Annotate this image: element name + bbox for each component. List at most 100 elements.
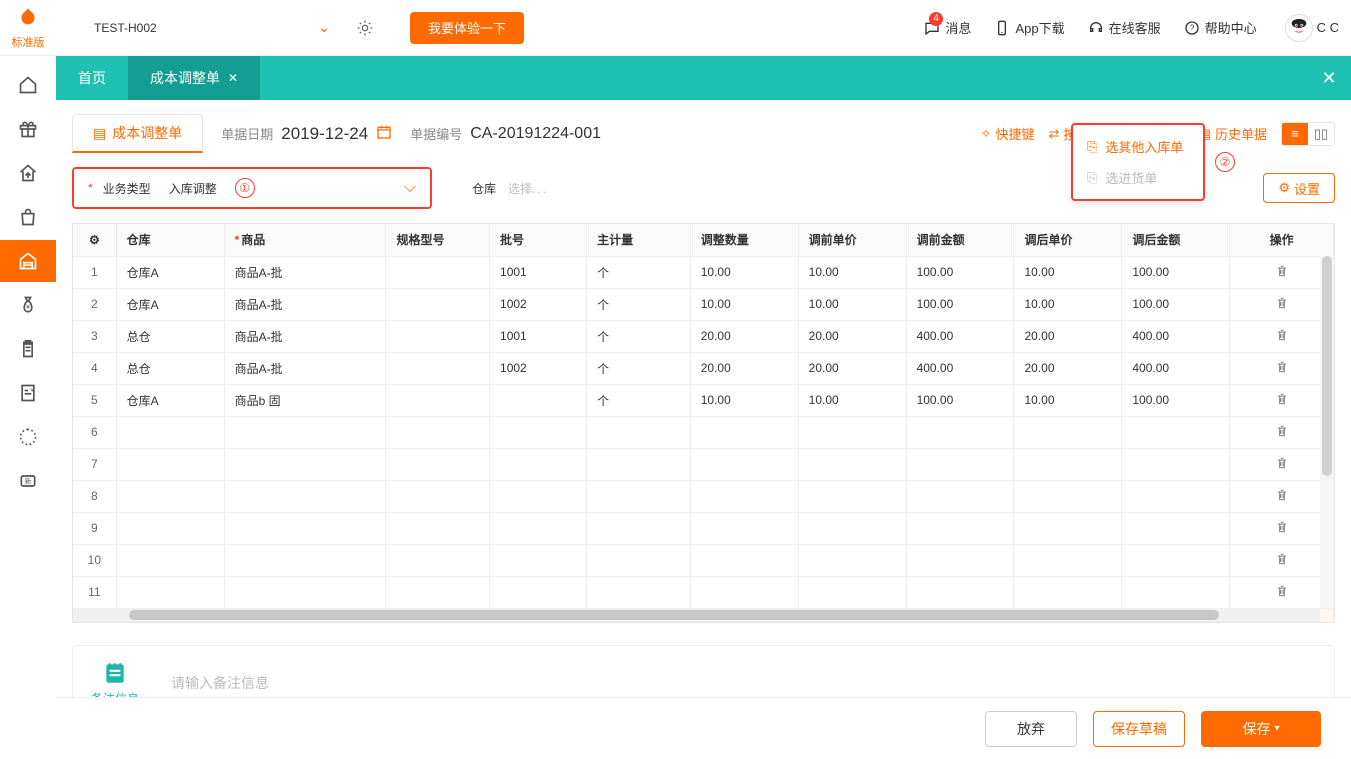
th-amount-before[interactable]: 调前金额 <box>906 224 1014 256</box>
cell-price-before[interactable] <box>798 448 906 480</box>
table-row[interactable]: 9 <box>73 512 1334 544</box>
cell-qty[interactable] <box>690 512 798 544</box>
tab-strip-close[interactable]: ✕ <box>1307 56 1351 100</box>
cell-amount-after[interactable]: 100.00 <box>1122 288 1230 320</box>
cell-price-before[interactable] <box>798 416 906 448</box>
row-delete-button[interactable] <box>1230 384 1334 416</box>
th-batch[interactable]: 批号 <box>490 224 587 256</box>
tab-home[interactable]: 首页 <box>56 56 128 100</box>
cell-product[interactable] <box>224 480 386 512</box>
cell-spec[interactable] <box>386 384 490 416</box>
tool-shortcut[interactable]: ✧快捷键 <box>981 124 1035 143</box>
cell-amount-after[interactable] <box>1122 448 1230 480</box>
nav-home[interactable] <box>0 64 56 106</box>
cell-price-after[interactable] <box>1014 448 1122 480</box>
cell-amount-before[interactable]: 100.00 <box>906 256 1014 288</box>
cell-qty[interactable] <box>690 544 798 576</box>
cell-amount-after[interactable]: 100.00 <box>1122 384 1230 416</box>
nav-clipboard[interactable] <box>0 328 56 370</box>
cell-amount-before[interactable] <box>906 512 1014 544</box>
cell-warehouse[interactable]: 仓库A <box>116 256 224 288</box>
cell-spec[interactable] <box>386 352 490 384</box>
table-row[interactable]: 11 <box>73 576 1334 608</box>
cell-price-after[interactable]: 10.00 <box>1014 256 1122 288</box>
th-spec[interactable]: 规格型号 <box>386 224 490 256</box>
cell-price-before[interactable]: 10.00 <box>798 256 906 288</box>
row-delete-button[interactable] <box>1230 512 1334 544</box>
cell-unit[interactable]: 个 <box>587 384 691 416</box>
th-unit[interactable]: 主计量 <box>587 224 691 256</box>
cell-qty[interactable] <box>690 480 798 512</box>
cell-batch[interactable] <box>490 480 587 512</box>
cell-amount-after[interactable]: 400.00 <box>1122 352 1230 384</box>
cell-warehouse[interactable]: 总仓 <box>116 352 224 384</box>
tool-history[interactable]: ▤历史单据 <box>1199 124 1267 143</box>
cell-warehouse[interactable]: 仓库A <box>116 288 224 320</box>
nav-sync[interactable] <box>0 416 56 458</box>
row-delete-button[interactable] <box>1230 256 1334 288</box>
cell-amount-before[interactable] <box>906 416 1014 448</box>
cell-qty[interactable]: 10.00 <box>690 288 798 320</box>
cell-product[interactable] <box>224 448 386 480</box>
th-warehouse[interactable]: 仓库 <box>116 224 224 256</box>
cell-amount-before[interactable] <box>906 544 1014 576</box>
cell-spec[interactable] <box>386 448 490 480</box>
cell-batch[interactable] <box>490 512 587 544</box>
cell-batch[interactable] <box>490 544 587 576</box>
th-product[interactable]: *商品 <box>224 224 386 256</box>
business-type-select[interactable]: * 业务类型 入库调整 ① ⌵ <box>72 167 432 209</box>
scroll-thumb[interactable] <box>129 610 1219 620</box>
cell-product[interactable]: 商品A-批 <box>224 320 386 352</box>
cell-warehouse[interactable]: 总仓 <box>116 320 224 352</box>
cell-unit[interactable] <box>587 448 691 480</box>
cell-qty[interactable]: 10.00 <box>690 256 798 288</box>
cell-price-before[interactable] <box>798 576 906 608</box>
table-row[interactable]: 3总仓商品A-批1001个20.0020.00400.0020.00400.00 <box>73 320 1334 352</box>
cell-price-before[interactable]: 20.00 <box>798 352 906 384</box>
cell-warehouse[interactable] <box>116 448 224 480</box>
cell-qty[interactable]: 10.00 <box>690 384 798 416</box>
cell-unit[interactable] <box>587 576 691 608</box>
cell-amount-before[interactable] <box>906 576 1014 608</box>
th-price-before[interactable]: 调前单价 <box>798 224 906 256</box>
cell-unit[interactable] <box>587 416 691 448</box>
popover-other-inbound[interactable]: ⎘ 选其他入库单 <box>1073 131 1203 162</box>
cell-product[interactable]: 商品A-批 <box>224 256 386 288</box>
cell-unit[interactable]: 个 <box>587 320 691 352</box>
cell-qty[interactable] <box>690 448 798 480</box>
cell-qty[interactable]: 20.00 <box>690 320 798 352</box>
cell-unit[interactable] <box>587 480 691 512</box>
cell-product[interactable] <box>224 544 386 576</box>
cell-amount-after[interactable] <box>1122 576 1230 608</box>
cell-unit[interactable] <box>587 544 691 576</box>
close-icon[interactable]: ✕ <box>228 71 238 85</box>
row-delete-button[interactable] <box>1230 288 1334 320</box>
row-delete-button[interactable] <box>1230 576 1334 608</box>
popover-purchase-inbound[interactable]: ⎘ 选进货单 <box>1073 162 1203 193</box>
table-row[interactable]: 8 <box>73 480 1334 512</box>
cell-amount-before[interactable] <box>906 448 1014 480</box>
cell-price-after[interactable] <box>1014 512 1122 544</box>
cell-spec[interactable] <box>386 512 490 544</box>
th-operate[interactable]: 操作 <box>1230 224 1334 256</box>
view-grid-button[interactable]: ▯▯ <box>1308 123 1334 145</box>
cell-product[interactable] <box>224 416 386 448</box>
header-messages[interactable]: 4 消息 <box>923 18 971 37</box>
table-row[interactable]: 7 <box>73 448 1334 480</box>
cell-batch[interactable] <box>490 384 587 416</box>
th-qty[interactable]: 调整数量 <box>690 224 798 256</box>
cell-price-before[interactable]: 10.00 <box>798 384 906 416</box>
nav-money[interactable]: ¥ <box>0 284 56 326</box>
table-row[interactable]: 10 <box>73 544 1334 576</box>
cell-spec[interactable] <box>386 480 490 512</box>
warehouse-select[interactable]: 仓库 选择 <box>472 180 548 197</box>
header-user[interactable]: C C <box>1285 14 1339 42</box>
row-delete-button[interactable] <box>1230 480 1334 512</box>
view-list-button[interactable]: ≡ <box>1282 123 1308 145</box>
cell-spec[interactable] <box>386 544 490 576</box>
cell-warehouse[interactable] <box>116 416 224 448</box>
cell-unit[interactable]: 个 <box>587 352 691 384</box>
cell-price-after[interactable]: 20.00 <box>1014 320 1122 352</box>
cell-warehouse[interactable] <box>116 480 224 512</box>
cell-price-after[interactable] <box>1014 480 1122 512</box>
